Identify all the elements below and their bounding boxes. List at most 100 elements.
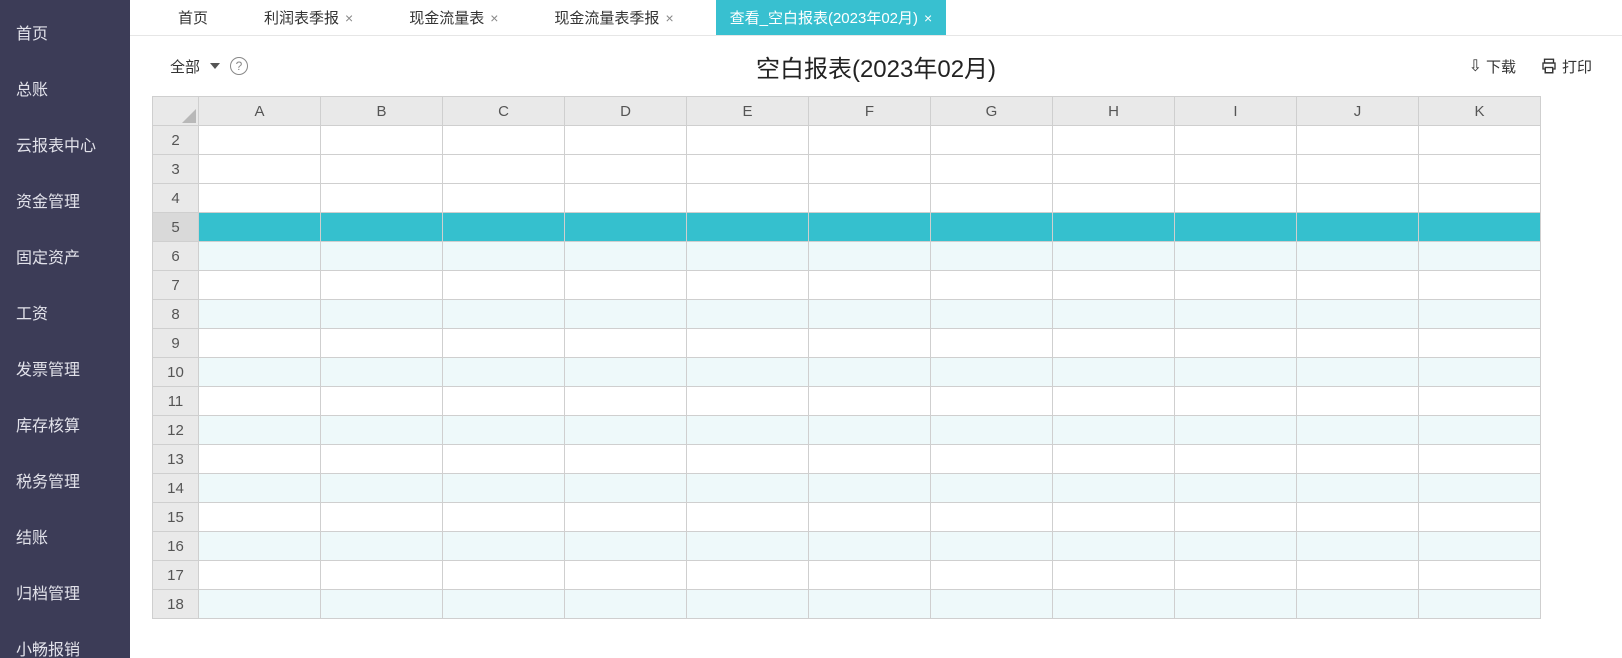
cell[interactable] (687, 271, 809, 300)
cell[interactable] (931, 387, 1053, 416)
cell[interactable] (1297, 329, 1419, 358)
close-icon[interactable]: × (665, 10, 673, 26)
cell[interactable] (931, 271, 1053, 300)
column-header[interactable]: A (199, 97, 321, 126)
cell[interactable] (565, 358, 687, 387)
tab[interactable]: 利润表季报× (250, 0, 367, 35)
cell[interactable] (199, 155, 321, 184)
cell[interactable] (443, 213, 565, 242)
row-header[interactable]: 16 (153, 532, 199, 561)
cell[interactable] (1419, 474, 1541, 503)
cell[interactable] (1175, 590, 1297, 619)
column-header[interactable]: H (1053, 97, 1175, 126)
cell[interactable] (931, 503, 1053, 532)
cell[interactable] (809, 271, 931, 300)
cell[interactable] (1175, 155, 1297, 184)
cell[interactable] (809, 532, 931, 561)
cell[interactable] (321, 503, 443, 532)
row-header[interactable]: 8 (153, 300, 199, 329)
column-header[interactable]: F (809, 97, 931, 126)
cell[interactable] (565, 590, 687, 619)
cell[interactable] (809, 300, 931, 329)
cell[interactable] (321, 387, 443, 416)
column-header[interactable]: D (565, 97, 687, 126)
cell[interactable] (809, 503, 931, 532)
cell[interactable] (1175, 271, 1297, 300)
cell[interactable] (199, 213, 321, 242)
cell[interactable] (199, 474, 321, 503)
cell[interactable] (1297, 184, 1419, 213)
sidebar-item-salary[interactable]: 工资 (0, 284, 130, 340)
cell[interactable] (1297, 126, 1419, 155)
sidebar-item-reimburse[interactable]: 小畅报销 (0, 620, 130, 658)
cell[interactable] (321, 126, 443, 155)
row-header[interactable]: 14 (153, 474, 199, 503)
row-header[interactable]: 18 (153, 590, 199, 619)
cell[interactable] (443, 155, 565, 184)
cell[interactable] (687, 242, 809, 271)
cell[interactable] (199, 329, 321, 358)
cell[interactable] (1053, 590, 1175, 619)
filter-label[interactable]: 全部 (170, 56, 200, 77)
cell[interactable] (1053, 387, 1175, 416)
cell[interactable] (565, 445, 687, 474)
cell[interactable] (931, 590, 1053, 619)
cell[interactable] (199, 561, 321, 590)
cell[interactable] (1053, 126, 1175, 155)
cell[interactable] (321, 300, 443, 329)
cell[interactable] (1419, 271, 1541, 300)
sidebar-item-ledger[interactable]: 总账 (0, 60, 130, 116)
sidebar-item-funds[interactable]: 资金管理 (0, 172, 130, 228)
cell[interactable] (565, 503, 687, 532)
cell[interactable] (1419, 329, 1541, 358)
cell[interactable] (199, 300, 321, 329)
cell[interactable] (321, 213, 443, 242)
cell[interactable] (443, 590, 565, 619)
sidebar-item-archive[interactable]: 归档管理 (0, 564, 130, 620)
cell[interactable] (1419, 416, 1541, 445)
cell[interactable] (687, 590, 809, 619)
cell[interactable] (931, 416, 1053, 445)
row-header[interactable]: 5 (153, 213, 199, 242)
cell[interactable] (931, 184, 1053, 213)
cell[interactable] (1297, 242, 1419, 271)
cell[interactable] (687, 416, 809, 445)
cell[interactable] (687, 445, 809, 474)
row-header[interactable]: 3 (153, 155, 199, 184)
cell[interactable] (1297, 300, 1419, 329)
cell[interactable] (687, 474, 809, 503)
cell[interactable] (687, 184, 809, 213)
cell[interactable] (1053, 416, 1175, 445)
sidebar-item-fixed-assets[interactable]: 固定资产 (0, 228, 130, 284)
cell[interactable] (1419, 126, 1541, 155)
cell[interactable] (1175, 445, 1297, 474)
cell[interactable] (1297, 416, 1419, 445)
cell[interactable] (565, 416, 687, 445)
sidebar-item-invoice[interactable]: 发票管理 (0, 340, 130, 396)
cell[interactable] (1419, 358, 1541, 387)
cell[interactable] (565, 532, 687, 561)
cell[interactable] (1175, 532, 1297, 561)
cell[interactable] (443, 126, 565, 155)
cell[interactable] (1053, 561, 1175, 590)
cell[interactable] (1297, 445, 1419, 474)
close-icon[interactable]: × (924, 10, 932, 26)
cell[interactable] (199, 590, 321, 619)
cell[interactable] (1175, 561, 1297, 590)
cell[interactable] (199, 358, 321, 387)
spreadsheet[interactable]: ABCDEFGHIJK23456789101112131415161718 (130, 96, 1622, 658)
cell[interactable] (443, 242, 565, 271)
sidebar-item-inventory[interactable]: 库存核算 (0, 396, 130, 452)
cell[interactable] (199, 271, 321, 300)
tab[interactable]: 查看_空白报表(2023年02月)× (716, 0, 947, 35)
cell[interactable] (1175, 300, 1297, 329)
cell[interactable] (443, 300, 565, 329)
cell[interactable] (565, 387, 687, 416)
cell[interactable] (1175, 387, 1297, 416)
cell[interactable] (1297, 532, 1419, 561)
cell[interactable] (1419, 300, 1541, 329)
cell[interactable] (443, 474, 565, 503)
cell[interactable] (443, 561, 565, 590)
cell[interactable] (443, 503, 565, 532)
cell[interactable] (1419, 561, 1541, 590)
